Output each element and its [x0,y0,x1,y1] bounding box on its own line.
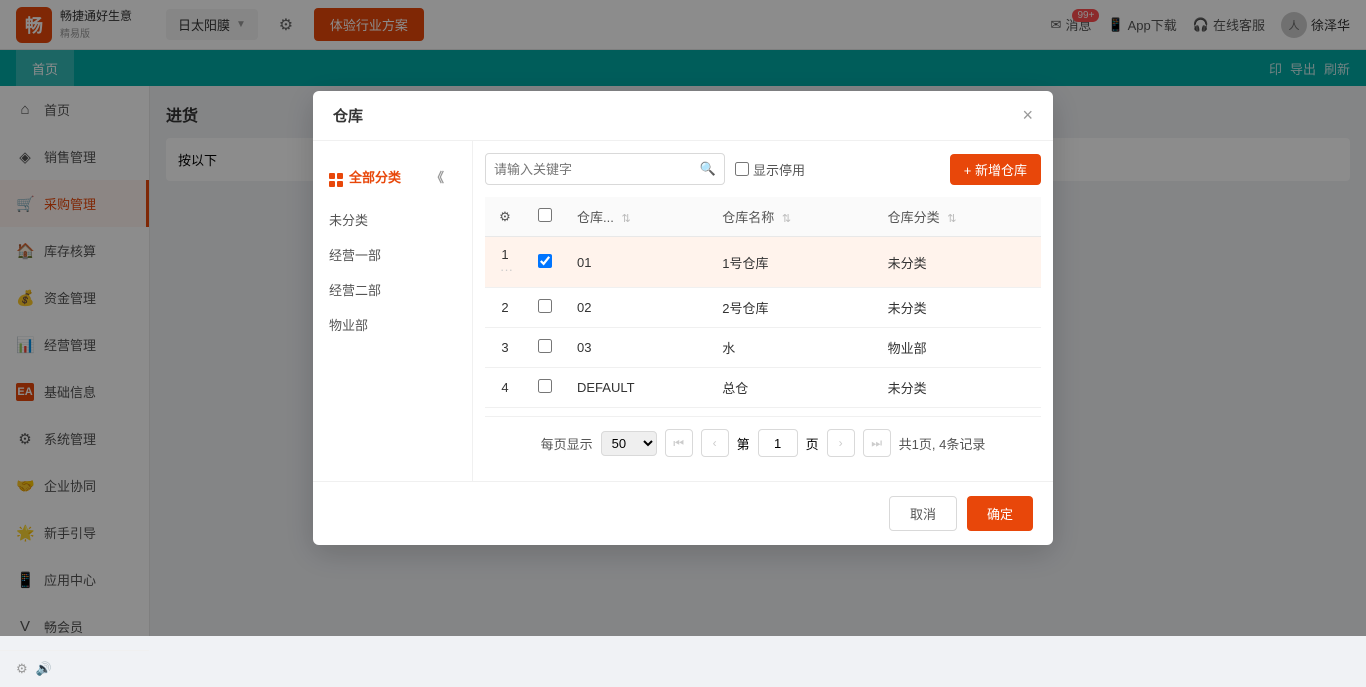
row-name-cell: 1号仓库 [710,237,875,288]
row-actions-cell: 4 [485,368,525,408]
row-checkbox[interactable] [538,299,552,313]
gear-column-header[interactable]: ⚙ [485,197,525,237]
select-all-checkbox[interactable] [538,208,552,222]
category-collapse-button[interactable]: 《 [419,159,456,194]
row-name-cell: 2号仓库 [710,288,875,328]
row-checkbox[interactable] [538,339,552,353]
show-disabled-checkbox-wrap[interactable]: 显示停用 [735,160,805,179]
show-disabled-checkbox[interactable] [735,162,749,176]
table-row[interactable]: 1 ··· 01 1号仓库 未分类 [485,237,1041,288]
dialog-title: 仓库 [333,105,363,126]
sidebar-bottom: ⚙ 🔊 [0,650,149,687]
dialog-footer: 取消 确定 [313,481,1053,545]
code-column-header[interactable]: 仓库... ⇅ [565,197,710,237]
warehouse-dialog: 仓库 × 全部分类 《 未分类 经营一部 经营二部 物业部 [313,91,1053,545]
sound-icon[interactable]: 🔊 [36,661,52,677]
row-name-cell: 水 [710,328,875,368]
category-panel: 全部分类 《 未分类 经营一部 经营二部 物业部 [313,141,473,481]
row-category-cell: 未分类 [876,288,1041,328]
category-column-header[interactable]: 仓库分类 ⇅ [876,197,1041,237]
category-all[interactable]: 全部分类 《 [313,151,472,202]
per-page-label: 每页显示 [541,434,593,453]
page-suffix: 页 [806,434,819,453]
category-item-property[interactable]: 物业部 [313,307,472,342]
row-code-cell: 03 [565,328,710,368]
row-actions-cell: 1 ··· [485,237,525,288]
dialog-close-button[interactable]: × [1022,105,1033,126]
add-warehouse-button[interactable]: + 新增仓库 [950,154,1041,185]
dialog-header: 仓库 × [313,91,1053,141]
row-checkbox-cell [525,237,565,288]
search-input-wrap: 🔍 [485,153,725,185]
table-body: 1 ··· 01 1号仓库 未分类 2 02 2号仓库 未分类 3 03 水 物… [485,237,1041,408]
page-last-button[interactable]: ⏭ [863,429,891,457]
per-page-select[interactable]: 50 100 200 [601,431,657,456]
row-category-cell: 物业部 [876,328,1041,368]
search-input[interactable] [494,162,700,177]
category-item-ops1[interactable]: 经营一部 [313,237,472,272]
row-more-dots[interactable]: ··· [500,262,513,277]
row-checkbox[interactable] [538,379,552,393]
table-toolbar: 🔍 显示停用 + 新增仓库 [485,153,1041,185]
cancel-button[interactable]: 取消 [889,496,957,531]
settings-bottom-icon[interactable]: ⚙ [16,661,28,677]
row-actions-cell: 3 [485,328,525,368]
page-total: 共1页, 4条记录 [899,434,986,453]
page-label: 第 [737,434,750,453]
row-name-cell: 总仓 [710,368,875,408]
table-row[interactable]: 3 03 水 物业部 [485,328,1041,368]
warehouse-table: ⚙ 仓库... ⇅ 仓库名称 ⇅ [485,197,1041,408]
category-item-ops2[interactable]: 经营二部 [313,272,472,307]
row-code-cell: 01 [565,237,710,288]
category-item-unclassified[interactable]: 未分类 [313,202,472,237]
row-checkbox-cell [525,368,565,408]
dialog-body: 全部分类 《 未分类 经营一部 经营二部 物业部 🔍 [313,141,1053,481]
select-all-column-header [525,197,565,237]
table-row[interactable]: 4 DEFAULT 总仓 未分类 [485,368,1041,408]
page-prev-button[interactable]: ‹ [701,429,729,457]
search-icon[interactable]: 🔍 [700,161,716,177]
modal-overlay: 仓库 × 全部分类 《 未分类 经营一部 经营二部 物业部 [0,0,1366,636]
grid-icon [329,167,343,187]
row-code-cell: DEFAULT [565,368,710,408]
row-code-cell: 02 [565,288,710,328]
table-header-row: ⚙ 仓库... ⇅ 仓库名称 ⇅ [485,197,1041,237]
row-actions-cell: 2 [485,288,525,328]
row-category-cell: 未分类 [876,237,1041,288]
table-panel: 🔍 显示停用 + 新增仓库 ⚙ [473,141,1053,481]
confirm-button[interactable]: 确定 [967,496,1033,531]
row-checkbox[interactable] [538,254,552,268]
name-sort-icon: ⇅ [782,213,791,225]
category-sort-icon: ⇅ [947,213,956,225]
pagination-bar: 每页显示 50 100 200 ⏮ ‹ 第 页 › ⏭ 共1页, 4条记录 [485,416,1041,469]
code-sort-icon: ⇅ [621,213,630,225]
name-column-header[interactable]: 仓库名称 ⇅ [710,197,875,237]
table-row[interactable]: 2 02 2号仓库 未分类 [485,288,1041,328]
page-number-input[interactable] [758,429,798,457]
page-next-button[interactable]: › [827,429,855,457]
row-checkbox-cell [525,288,565,328]
row-category-cell: 未分类 [876,368,1041,408]
row-checkbox-cell [525,328,565,368]
page-first-button[interactable]: ⏮ [665,429,693,457]
